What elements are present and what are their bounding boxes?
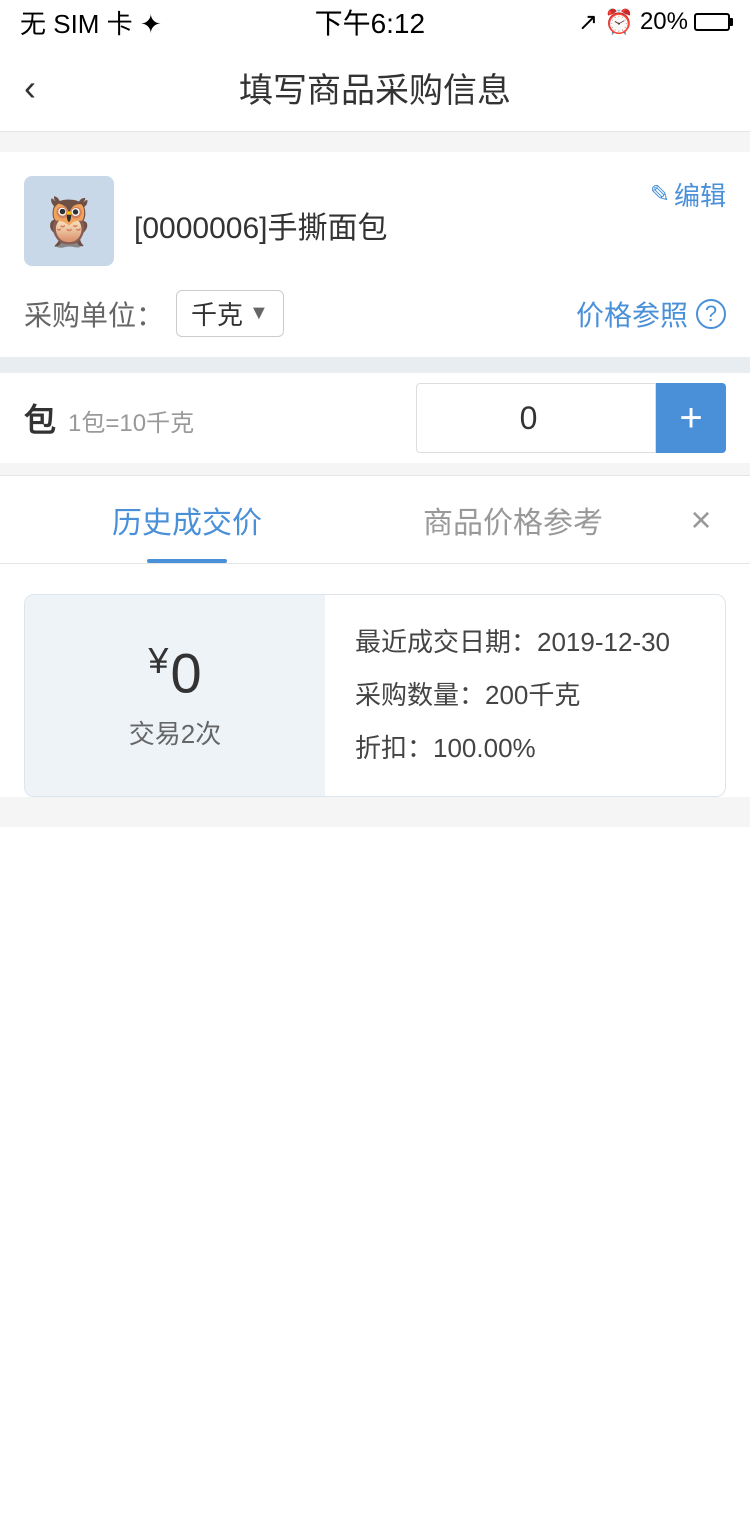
bottom-panel: 历史成交价 商品价格参考 × ¥0 交易2次 最近成交日期：2019-12-30… (0, 475, 750, 797)
product-name: [0000006]手撕面包 (134, 203, 387, 247)
edit-button[interactable]: ✎ 编辑 (650, 176, 726, 213)
quantity-label: 包 1包=10千克 (24, 395, 194, 441)
quantity-input[interactable] (416, 383, 656, 453)
unit-row: 采购单位： 千克 ▼ (24, 290, 284, 337)
price-ref-button[interactable]: 价格参照 ? (576, 294, 726, 334)
product-header: 🦉 [0000006]手撕面包 ✎ 编辑 (24, 176, 726, 266)
price-ref-label: 价格参照 (576, 294, 688, 334)
product-card: 🦉 [0000006]手撕面包 ✎ 编辑 采购单位： 千克 ▼ 价格参照 ? (0, 152, 750, 357)
product-footer: 采购单位： 千克 ▼ 价格参照 ? (24, 290, 726, 337)
discount-row: 折扣：100.00% (355, 729, 695, 768)
price-detail-panel: 最近成交日期：2019-12-30 采购数量：200千克 折扣：100.00% (325, 595, 725, 796)
tabs-row: 历史成交价 商品价格参考 × (0, 476, 750, 564)
unit-value: 千克 (191, 295, 243, 332)
currency-symbol: ¥ (148, 640, 168, 681)
tab-price-reference[interactable]: 商品价格参考 (350, 476, 676, 563)
unit-select[interactable]: 千克 ▼ (176, 290, 284, 337)
status-right: ↗ ⏰ 20% (578, 8, 730, 37)
status-bar: 无 SIM 卡 ✦ 下午6:12 ↗ ⏰ 20% (0, 0, 750, 44)
nav-bar: ‹ 填写商品采购信息 (0, 44, 750, 132)
chevron-down-icon: ▼ (249, 302, 269, 325)
quantity-row: 包 1包=10千克 + (0, 373, 750, 463)
back-button[interactable]: ‹ (24, 67, 36, 109)
tab-active-indicator (147, 559, 227, 563)
recent-date-row: 最近成交日期：2019-12-30 (355, 623, 695, 662)
unit-conversion-hint: 1包=10千克 (68, 403, 194, 438)
page-title: 填写商品采购信息 (239, 63, 511, 112)
price-history-card: ¥0 交易2次 最近成交日期：2019-12-30 采购数量：200千克 折扣：… (24, 594, 726, 797)
status-time: 下午6:12 (315, 2, 426, 42)
battery-percent: 20% (640, 8, 688, 36)
unit-label: 采购单位： (24, 294, 164, 334)
location-icon: ↗ (578, 8, 598, 37)
product-thumbnail: 🦉 (24, 176, 114, 266)
product-info: 🦉 [0000006]手撕面包 (24, 176, 387, 266)
product-logo-icon: 🦉 (39, 193, 99, 250)
edit-icon: ✎ (650, 180, 670, 209)
tab-close-button[interactable]: × (676, 495, 726, 545)
transaction-count: 交易2次 (129, 714, 221, 751)
section-divider (0, 357, 750, 373)
unit-name: 包 (24, 395, 56, 441)
quantity-plus-button[interactable]: + (656, 383, 726, 453)
quantity-controls: + (416, 383, 726, 453)
price-amount: ¥0 (148, 640, 201, 706)
status-left: 无 SIM 卡 ✦ (20, 4, 162, 41)
page-background (0, 827, 750, 1527)
price-summary-panel: ¥0 交易2次 (25, 595, 325, 796)
purchase-qty-row: 采购数量：200千克 (355, 676, 695, 715)
battery-icon (694, 13, 730, 31)
help-icon: ? (696, 299, 726, 329)
tab-history-price[interactable]: 历史成交价 (24, 476, 350, 563)
alarm-icon: ⏰ (604, 8, 634, 37)
